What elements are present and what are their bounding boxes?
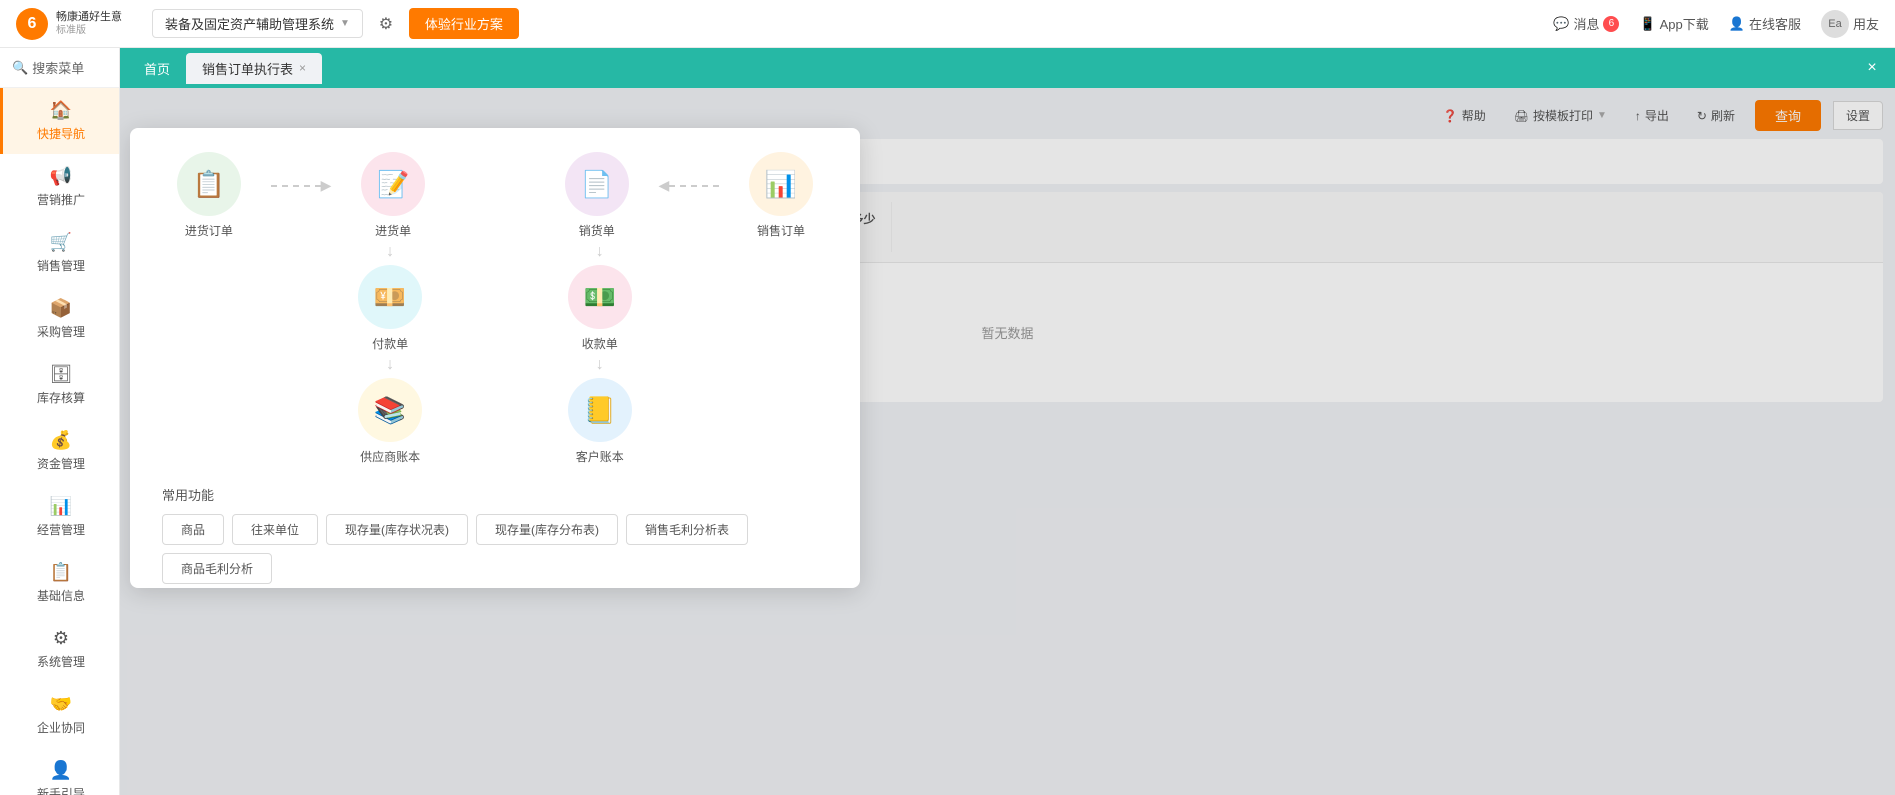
sidebar-item-label: 基础信息 [37,587,85,604]
logo-area: 6 畅康通好生意 标准版 [16,8,136,40]
user-menu[interactable]: Ea 用友 [1821,10,1879,38]
func-btn-sales-gross[interactable]: 销售毛利分析表 [626,514,748,545]
purchase-bill-icon: 📝 [361,152,425,216]
content-area: 首页 销售订单执行表 × × ❓ 帮助 🖨 按模板打印 ▼ [120,48,1895,795]
common-funcs-title: 常用功能 [162,485,828,504]
sidebar-item-guide[interactable]: 👤 新手引导 [0,748,119,795]
sidebar-item-system[interactable]: ⚙ 系统管理 [0,616,119,682]
sidebar-item-label: 新手引导 [37,785,85,795]
modal-content: 📋 进货订单 ▶ [130,128,860,588]
top-header: 6 畅康通好生意 标准版 装备及固定资产辅助管理系统 ▼ ⚙ 体验行业方案 💬 … [0,0,1895,48]
payment-bill-icon: 💴 [358,265,422,329]
purchase-order-icon: 📋 [177,152,241,216]
message-icon: 💬 [1553,16,1569,32]
func-btn-customers[interactable]: 往来单位 [232,514,318,545]
system-selector[interactable]: 装备及固定资产辅助管理系统 ▼ [152,9,363,38]
finance-icon: 💰 [50,430,72,451]
flow-node-purchase-order[interactable]: 📋 进货订单 [177,152,241,239]
system-icon: ⚙ [53,628,69,649]
func-btn-product[interactable]: 商品 [162,514,224,545]
sidebar-item-purchase[interactable]: 📦 采购管理 [0,286,119,352]
inventory-icon: 🗄 [50,364,73,385]
tab-home[interactable]: 首页 [128,53,186,84]
flow-node-sales-bill[interactable]: 📄 销货单 [565,152,629,239]
func-buttons-row1: 商品 往来单位 现存量(库存状况表) 现存量(库存分布表) 销售毛利分析表 商品… [162,514,828,584]
receipt-bill-icon: 💵 [568,265,632,329]
func-btn-product-gross[interactable]: 商品毛利分析 [162,553,272,584]
search-icon: 🔍 [12,60,28,76]
message-button[interactable]: 💬 消息 6 [1553,14,1619,33]
flow-node-customer-ledger[interactable]: 📒 客户账本 [568,378,632,465]
sidebar-item-label: 系统管理 [37,653,85,670]
down-arrow-payment: ↓ [358,356,422,374]
sidebar-item-label: 企业协同 [37,719,85,736]
sidebar-item-basic-info[interactable]: 📋 基础信息 [0,550,119,616]
online-service-button[interactable]: 👤 在线客服 [1729,14,1801,33]
flow-node-purchase-bill[interactable]: 📝 进货单 [361,152,425,239]
avatar: Ea [1821,10,1849,38]
down-arrow-receipt: ↓ [568,356,632,374]
purchase-icon: 📦 [50,298,72,319]
trial-button[interactable]: 体验行业方案 [409,8,519,39]
sidebar-item-enterprise[interactable]: 🤝 企业协同 [0,682,119,748]
tab-close-icon[interactable]: × [299,61,306,75]
sidebar-item-sales[interactable]: 🛒 销售管理 [0,220,119,286]
main-layout: 🔍 搜索菜单 🏠 快捷导航 📢 营销推广 🛒 销售管理 📦 采购管理 🗄 库存核… [0,48,1895,795]
customer-ledger-icon: 📒 [568,378,632,442]
sidebar-item-label: 采购管理 [37,323,85,340]
logo-text: 畅康通好生意 标准版 [56,10,122,37]
sales-bill-icon: 📄 [565,152,629,216]
down-arrow-purchase: ↓ [358,243,422,261]
home-icon: 🏠 [50,100,72,121]
sidebar-search[interactable]: 🔍 搜索菜单 [0,48,119,88]
app-download-button[interactable]: 📱 App下载 [1639,14,1708,33]
arrow-purchase-order-to-bill: ▶ [271,177,332,194]
flow-node-payment-bill[interactable]: 💴 付款单 [358,265,422,352]
sidebar-item-operations[interactable]: 📊 经营管理 [0,484,119,550]
sidebar-item-label: 营销推广 [37,191,85,208]
arrow-sales-order-to-bill: ◀ [658,177,719,194]
sidebar-item-marketing[interactable]: 📢 营销推广 [0,154,119,220]
func-btn-stock-dist[interactable]: 现存量(库存分布表) [476,514,618,545]
sidebar-item-label: 库存核算 [37,389,85,406]
basic-info-icon: 📋 [50,562,72,583]
sidebar-item-label: 销售管理 [37,257,85,274]
message-badge: 6 [1603,16,1619,32]
sales-order-icon: 📊 [749,152,813,216]
page-content: ❓ 帮助 🖨 按模板打印 ▼ ↑ 导出 ↻ 刷新 查询 设置 [120,88,1895,795]
sidebar-item-quick-nav[interactable]: 🏠 快捷导航 [0,88,119,154]
flow-node-receipt-bill[interactable]: 💵 收款单 [568,265,632,352]
system-title: 装备及固定资产辅助管理系统 [165,14,334,33]
sidebar-item-finance[interactable]: 💰 资金管理 [0,418,119,484]
sidebar-item-label: 经营管理 [37,521,85,538]
supplier-ledger-icon: 📚 [358,378,422,442]
sidebar-item-inventory[interactable]: 🗄 库存核算 [0,352,119,418]
tab-bar-close-icon[interactable]: × [1857,53,1887,83]
flow-node-supplier-ledger[interactable]: 📚 供应商账本 [358,378,422,465]
func-btn-stock-status[interactable]: 现存量(库存状况表) [326,514,468,545]
sales-icon: 🛒 [50,232,72,253]
down-arrow-sales: ↓ [568,243,632,261]
download-icon: 📱 [1639,16,1655,32]
chevron-down-icon: ▼ [340,18,350,29]
sidebar: 🔍 搜索菜单 🏠 快捷导航 📢 营销推广 🛒 销售管理 📦 采购管理 🗄 库存核… [0,48,120,795]
guide-icon: 👤 [50,760,72,781]
settings-icon[interactable]: ⚙ [371,9,401,39]
sidebar-item-label: 快捷导航 [37,125,85,142]
common-functions: 常用功能 商品 往来单位 现存量(库存状况表) 现存量(库存分布表) 销售毛利分… [162,485,828,588]
tab-bar: 首页 销售订单执行表 × × [120,48,1895,88]
tab-sales-order-exec[interactable]: 销售订单执行表 × [186,53,322,84]
marketing-icon: 📢 [50,166,72,187]
flow-diagram: 📋 进货订单 ▶ [162,152,828,465]
header-right: 💬 消息 6 📱 App下载 👤 在线客服 Ea 用友 [1553,10,1879,38]
modal-overlay: 📋 进货订单 ▶ [120,88,1895,795]
operations-icon: 📊 [50,496,72,517]
modal-box: 📋 进货订单 ▶ [130,128,860,588]
service-icon: 👤 [1729,16,1745,32]
sidebar-item-label: 资金管理 [37,455,85,472]
flow-node-sales-order[interactable]: 📊 销售订单 [749,152,813,239]
app-logo-icon: 6 [16,8,48,40]
enterprise-icon: 🤝 [50,694,72,715]
